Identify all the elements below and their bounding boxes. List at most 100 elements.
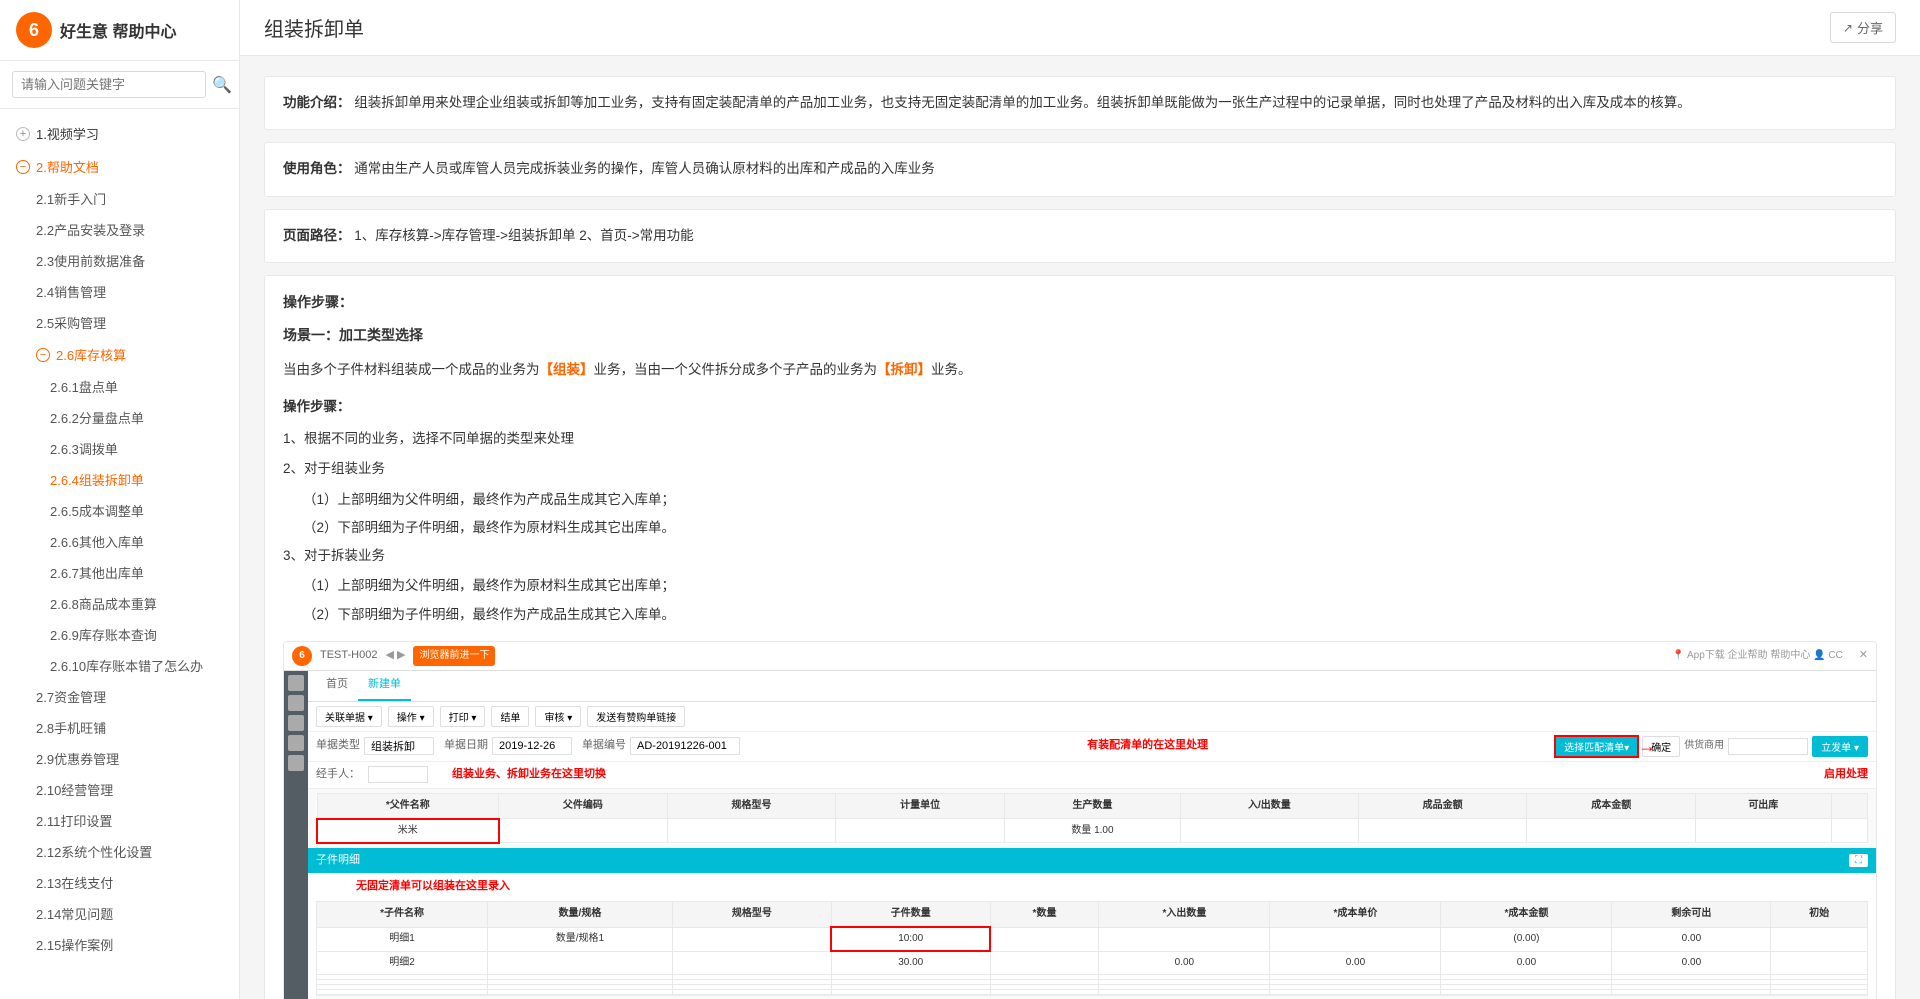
th-child-name: *子件名称 [317,902,488,928]
sidebar-item-partial-count[interactable]: 2.6.2分量盘点单 [0,402,239,433]
td-remaining-2: 0.00 [1612,951,1771,975]
app-tab-new[interactable]: 新建单 [358,671,411,701]
btn-ops[interactable]: 操作 ▾ [388,706,434,727]
sidebar-item-stock-count[interactable]: 2.6.1盘点单 [0,371,239,402]
sidebar-item-cases[interactable]: 2.15操作案例 [0,929,239,960]
td-in-out-1 [1099,927,1270,951]
sidebar-item-online-pay[interactable]: 2.13在线支付 [0,867,239,898]
app-footer: 合计 0.00 0.00 0.00 0.00 [316,995,1868,999]
sidebar-item-purchase[interactable]: 2.5采购管理 [0,307,239,338]
field-number-label: 单据编号 [582,736,626,756]
td-qty-2 [990,951,1099,975]
sidebar-item-assembly[interactable]: 2.6.4组装拆卸单 [0,464,239,495]
search-button[interactable]: 🔍 [212,75,232,95]
app-lower-table-wrapper: 无固定清单可以组装在这里录入 *子件名称 数量/规格 规格型号 子件数量 [308,873,1876,999]
step-2: 2、对于组装业务 [283,457,1877,481]
app-topbar-arrows: ◀ ▶ [385,646,405,666]
btn-generate[interactable]: 立发单 ▾ [1812,736,1868,757]
th-unit: 计量单位 [836,793,1005,819]
sidebar-item-mobile[interactable]: 2.8手机旺铺 [0,712,239,743]
btn-confirm-select[interactable]: 确定 [1642,736,1680,757]
sidebar-item-video-learning[interactable]: + 1.视频学习 [0,117,239,150]
field-type-label: 单据类型 [316,736,360,756]
nav-section-video: + 1.视频学习 [0,117,239,150]
field-type-input[interactable] [364,737,434,755]
app-tab-home[interactable]: 首页 [316,671,358,701]
search-input[interactable] [12,71,206,98]
sidebar-item-install[interactable]: 2.2产品安装及登录 [0,214,239,245]
td-child-spec-2 [672,951,831,975]
sidebar-item-capital[interactable]: 2.7资金管理 [0,681,239,712]
th-cost-price: *成本单价 [1270,902,1441,928]
sidebar-item-inventory[interactable]: − 2.6库存核算 [0,338,239,371]
scene1-desc: 当由多个子件材料组装成一个成品的业务为【组装】业务，当由一个父件拆分成多个子产品… [283,358,1877,382]
btn-approve[interactable]: 审核 ▾ [535,706,581,727]
share-icon: ↗ [1843,21,1853,35]
steps-title: 操作步骤： [283,399,351,414]
app-screenshot-container: 6 TEST-H002 ◀ ▶ 浏览器前进一下 📍 App下载 企业帮助 帮助中… [283,641,1877,999]
sidebar-item-transfer[interactable]: 2.6.3调拨单 [0,433,239,464]
main-header: 组装拆卸单 ↗ 分享 [240,0,1920,56]
sidebar-item-faq[interactable]: 2.14常见问题 [0,898,239,929]
btn-close-order[interactable]: 结单 [491,706,529,727]
app-topbar-badge: 浏览器前进一下 [413,646,495,666]
th-qty-star: *数量 [990,902,1099,928]
sidebar-item-inventory-ledger[interactable]: 2.6.9库存账本查询 [0,619,239,650]
sidebar-item-ledger-error[interactable]: 2.6.10库存账本错了怎么办 [0,650,239,681]
main-content: 功能介绍： 组装拆卸单用来处理企业组装或拆卸等加工业务，支持有固定装配清单的产品… [240,56,1920,999]
sidebar-inventory-sub: 2.6.1盘点单 2.6.2分量盘点单 2.6.3调拨单 2.6.4组装拆卸单 … [0,371,239,681]
sidebar-item-other-out[interactable]: 2.6.7其他出库单 [0,557,239,588]
annotation-type-switch: 组装业务、拆卸业务在这里切换 [452,765,606,785]
app-type-row: 经手人： 组装业务、拆卸业务在这里切换 启用处理 [308,762,1876,789]
sidebar-search-bar: 🔍 [0,61,239,109]
field-type: 单据类型 [316,736,434,756]
sidebar-item-label: 2.6库存核算 [56,345,126,364]
sidebar-item-sales[interactable]: 2.4销售管理 [0,276,239,307]
sidebar-item-other-in[interactable]: 2.6.6其他入库单 [0,526,239,557]
td-parent-name: 米米 [317,819,499,843]
td-qty-1 [990,927,1099,951]
step-2-1: （1）上部明细为父件明细，最终作为产成品生成其它入库单； [283,488,1877,512]
th-prod-qty: 生产数量 [1004,793,1180,819]
minus-icon: − [16,160,30,174]
td-cost-price-1 [1270,927,1441,951]
sidebar-item-customization[interactable]: 2.12系统个性化设置 [0,836,239,867]
btn-print[interactable]: 打印 ▾ [440,706,486,727]
field-vendor-input[interactable] [1728,738,1808,755]
operations-box: 操作步骤： 场景一：加工类型选择 当由多个子件材料组装成一个成品的业务为【组装】… [264,275,1896,999]
table-row: 明细1 数量/规格1 10:00 (0.00) [317,927,1868,951]
annotation-bom: 有装配清单的在这里处理 [750,736,1545,756]
field-number-input[interactable] [630,737,740,755]
sidebar-item-data-prep[interactable]: 2.3使用前数据准备 [0,245,239,276]
app-lower-section-header: 子件明细 ⛶ [308,848,1876,874]
field-handler-input[interactable] [368,766,428,783]
btn-send-link[interactable]: 发送有赞购单链接 [587,706,685,727]
sidebar-item-print[interactable]: 2.11打印设置 [0,805,239,836]
td-in-out-2: 0.00 [1099,951,1270,975]
td-cost-price-2: 0.00 [1270,951,1441,975]
btn-select-bom[interactable]: 选择匹配清单▾ [1555,736,1638,757]
td-qty-spec-2 [488,951,673,975]
field-date-input[interactable] [492,737,572,755]
sidebar-item-help-docs[interactable]: − 2.帮助文档 [0,150,239,183]
sidebar-logo: 6 好生意 帮助中心 [0,0,239,61]
th-parent-name: *父件名称 [317,793,499,819]
sidebar: 6 好生意 帮助中心 🔍 + 1.视频学习 − 2.帮助文档 2.1新手入门 2… [0,0,240,999]
sidebar-item-coupon[interactable]: 2.9优惠券管理 [0,743,239,774]
td-available-out [1696,819,1832,843]
table-row [317,990,1868,995]
app-topbar-close: ✕ [1859,646,1868,666]
sidebar-item-cost-recalc[interactable]: 2.6.8商品成本重算 [0,588,239,619]
btn-related[interactable]: 关联单据 ▾ [316,706,382,727]
sidebar-item-cost-adjust[interactable]: 2.6.5成本调整单 [0,495,239,526]
btn-fullscreen[interactable]: ⛶ [1849,854,1868,867]
table-row: 米米 数量 1.00 [317,819,1868,843]
share-button[interactable]: ↗ 分享 [1830,12,1896,43]
th-actions-upper [1831,793,1867,819]
td-in-out-qty [1180,819,1358,843]
intro-text: 功能介绍： 组装拆卸单用来处理企业组装或拆卸等加工业务，支持有固定装配清单的产品… [283,95,1691,110]
step-3-1: （1）上部明细为父件明细，最终作为原材料生成其它出库单； [283,574,1877,598]
step-2-2: （2）下部明细为子件明细，最终作为原材料生成其它出库单。 [283,516,1877,540]
sidebar-item-operations[interactable]: 2.10经营管理 [0,774,239,805]
sidebar-item-beginner[interactable]: 2.1新手入门 [0,183,239,214]
